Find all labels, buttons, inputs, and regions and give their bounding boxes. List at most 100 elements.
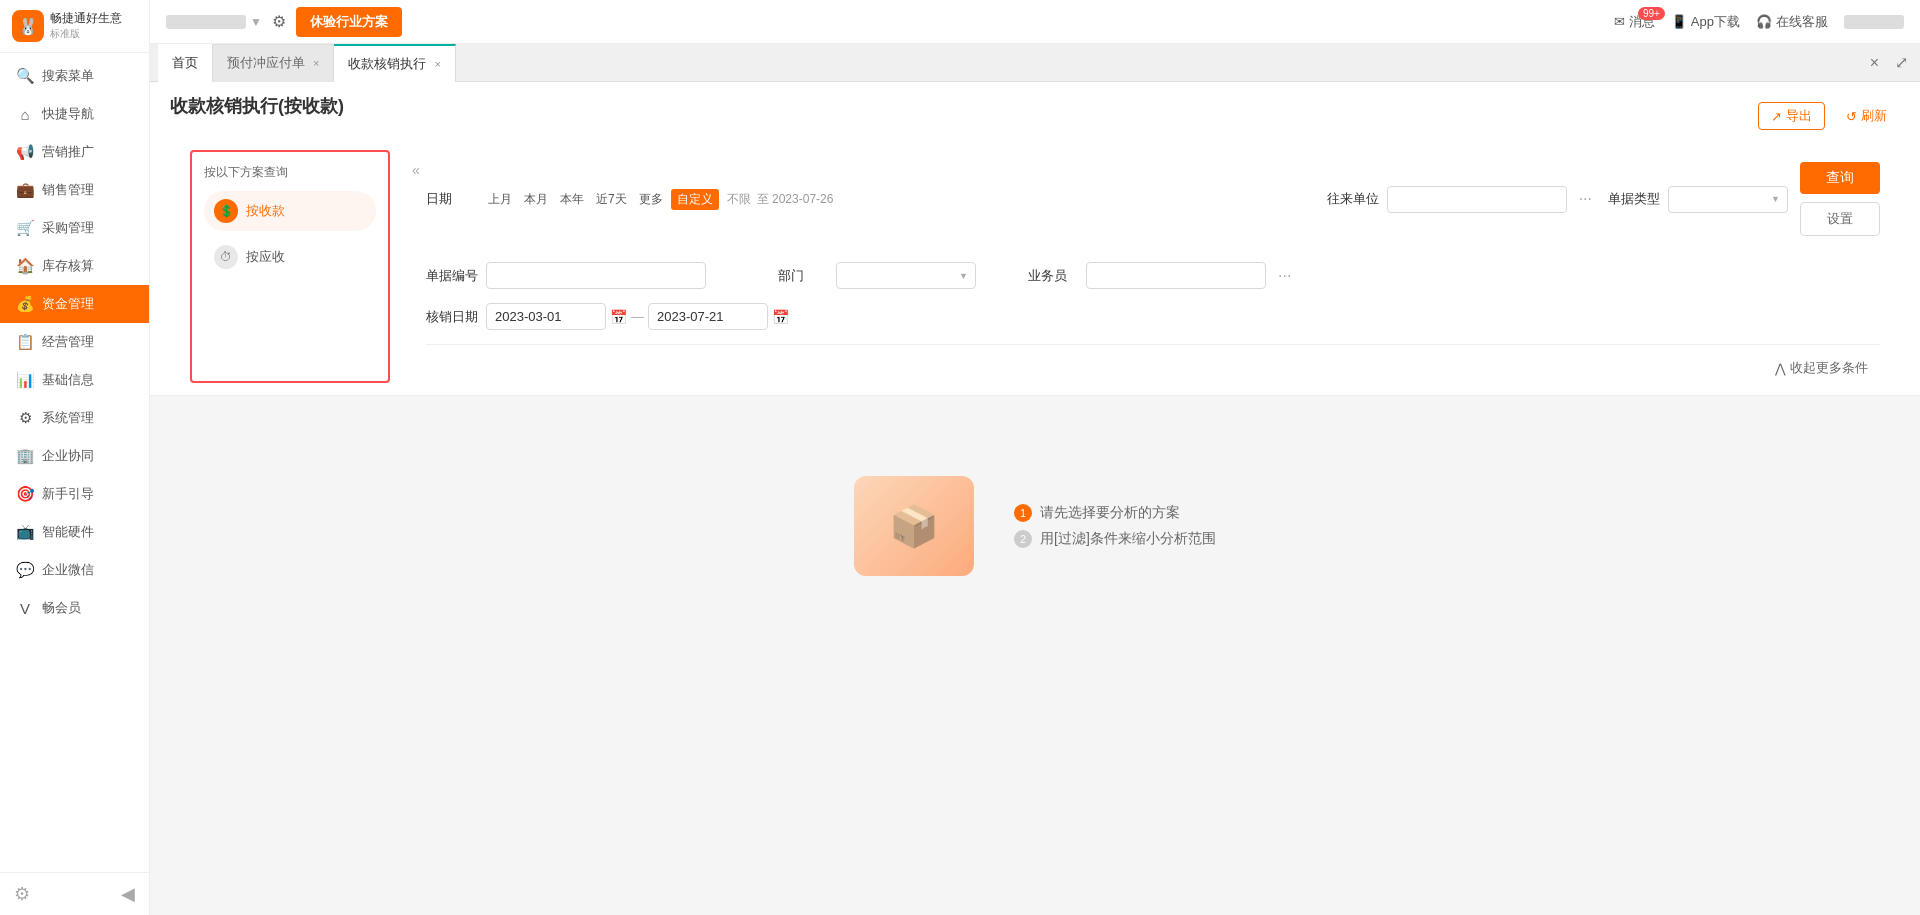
verify-date-start-cal-icon[interactable]: 📅 [610,309,627,325]
collapse-conditions-button[interactable]: ⋀ 收起更多条件 [1763,353,1880,383]
sidebar-item-guide[interactable]: 🎯 新手引导 [0,475,149,513]
by-receivable-label: 按应收 [246,248,285,266]
sidebar-label-wechat: 企业微信 [42,561,94,579]
filter-panel-title: 按以下方案查询 [204,164,376,181]
salesperson-more-icon[interactable]: ··· [1274,267,1295,285]
tab-receipt-verify[interactable]: 收款核销执行 × [334,44,455,82]
doc-type-select[interactable] [1668,186,1788,213]
messages-button[interactable]: ✉ 消息 99+ [1614,13,1655,31]
sidebar-item-basic[interactable]: 📊 基础信息 [0,361,149,399]
tab-home[interactable]: 首页 [158,44,213,82]
date-more[interactable]: 更多 [635,189,667,210]
sidebar-label-funds: 资金管理 [42,295,94,313]
date-range-text: 不限 至 2023-07-26 [727,191,834,208]
account-dropdown-icon[interactable]: ▼ [250,15,262,29]
sidebar-label-enterprise: 企业协同 [42,447,94,465]
sidebar-item-system[interactable]: ⚙ 系统管理 [0,399,149,437]
sidebar-item-member[interactable]: V 畅会员 [0,589,149,627]
sidebar-label-purchase: 采购管理 [42,219,94,237]
sidebar-icon-operations: 📋 [16,333,34,351]
sidebar-item-operations[interactable]: 📋 经营管理 [0,323,149,361]
app-download-button[interactable]: 📱 App下载 [1671,13,1740,31]
salesperson-input[interactable] [1086,262,1266,289]
empty-tip-1: 1 请先选择要分析的方案 [1014,504,1216,522]
date-range-to: 至 2023-07-26 [757,191,834,208]
sidebar-item-funds[interactable]: 💰 资金管理 [0,285,149,323]
sidebar: 🐰 畅捷通好生意 标准版 🔍 搜索菜单 ⌂ 快捷导航 📢 营销推广 💼 销售管理… [0,0,150,915]
sidebar-item-sales[interactable]: 💼 销售管理 [0,171,149,209]
setting-button[interactable]: 设置 [1800,202,1880,236]
counterpart-more-icon[interactable]: ··· [1575,190,1596,208]
sidebar-label-search: 搜索菜单 [42,67,94,85]
doc-num-input[interactable] [486,262,706,289]
sidebar-item-quicknav[interactable]: ⌂ 快捷导航 [0,95,149,133]
date-custom[interactable]: 自定义 [671,189,719,210]
by-receipt-label: 按收款 [246,202,285,220]
tabs-actions: × ⤢ [1866,49,1912,76]
salesperson-label: 业务员 [1028,267,1078,285]
sidebar-icon-wechat: 💬 [16,561,34,579]
counterpart-field: 往来单位 ··· [1327,186,1596,213]
department-select[interactable] [836,262,976,289]
collapse-sidebar-icon[interactable]: ◀ [121,883,135,905]
date-this-month[interactable]: 本月 [520,189,552,210]
logo-text-block: 畅捷通好生意 标准版 [50,11,122,41]
sidebar-icon-member: V [16,600,34,617]
window-expand-icon[interactable]: ⤢ [1891,49,1912,76]
export-label: 导出 [1786,107,1812,125]
verify-date-end-cal-icon[interactable]: 📅 [772,309,789,325]
tip-num-1: 1 [1014,504,1032,522]
collapse-icon: ⋀ [1775,361,1786,376]
sidebar-item-marketing[interactable]: 📢 营销推广 [0,133,149,171]
sidebar-label-hardware: 智能硬件 [42,523,94,541]
verify-date-end[interactable] [648,303,768,330]
empty-icon: 📦 [889,503,939,550]
sidebar-footer: ⚙ ◀ [0,872,149,915]
date-last-month[interactable]: 上月 [484,189,516,210]
query-button[interactable]: 查询 [1800,162,1880,194]
settings-footer-icon[interactable]: ⚙ [14,883,30,905]
user-avatar [1844,15,1904,29]
topbar-account: ▼ [166,15,262,29]
sidebar-item-search[interactable]: 🔍 搜索菜单 [0,57,149,95]
online-service-button[interactable]: 🎧 在线客服 [1756,13,1828,31]
sidebar-item-hardware[interactable]: 📺 智能硬件 [0,513,149,551]
window-close-icon[interactable]: × [1866,50,1883,76]
date-last-7-days[interactable]: 近7天 [592,189,631,210]
filter-by-receipt[interactable]: 💲 按收款 [204,191,376,231]
filter-row-2: 单据编号 部门 [426,262,1880,289]
sidebar-icon-search: 🔍 [16,67,34,85]
filter-by-receivable[interactable]: ⏱ 按应收 [204,237,376,277]
user-info[interactable] [1844,15,1904,29]
doc-type-field: 单据类型 ··· [1608,186,1788,213]
tab-prepay[interactable]: 预付冲应付单 × [213,44,334,82]
date-no-limit: 不限 [727,191,751,208]
topbar-gear-icon[interactable]: ⚙ [272,12,286,31]
tab-home-label: 首页 [172,54,198,72]
date-shortcuts: 上月 本月 本年 近7天 更多 自定义 [484,189,719,210]
sidebar-icon-inventory: 🏠 [16,257,34,275]
industry-solution-button[interactable]: 休验行业方案 [296,7,402,37]
tab-prepay-close[interactable]: × [313,57,319,69]
date-label: 日期 [426,190,476,208]
sidebar-label-member: 畅会员 [42,599,81,617]
sidebar-item-purchase[interactable]: 🛒 采购管理 [0,209,149,247]
verify-date-label: 核销日期 [426,308,478,326]
query-buttons: 查询 设置 [1800,150,1880,248]
logo-subtitle: 标准版 [50,27,122,41]
by-receipt-icon: 💲 [214,199,238,223]
counterpart-input[interactable] [1387,186,1567,213]
collapse-filter-btn[interactable]: « [406,150,426,190]
sidebar-item-enterprise[interactable]: 🏢 企业协同 [0,437,149,475]
filter-panel: 按以下方案查询 💲 按收款 ⏱ 按应收 « [170,138,1900,395]
tip-num-2: 2 [1014,530,1032,548]
sidebar-item-inventory[interactable]: 🏠 库存核算 [0,247,149,285]
logo-title: 畅捷通好生意 [50,11,122,27]
date-this-year[interactable]: 本年 [556,189,588,210]
tab-receipt-verify-close[interactable]: × [434,58,440,70]
refresh-button[interactable]: ↺ 刷新 [1833,102,1900,130]
sidebar-icon-basic: 📊 [16,371,34,389]
verify-date-start[interactable] [486,303,606,330]
sidebar-item-wechat[interactable]: 💬 企业微信 [0,551,149,589]
export-button[interactable]: ↗ 导出 [1758,102,1825,130]
